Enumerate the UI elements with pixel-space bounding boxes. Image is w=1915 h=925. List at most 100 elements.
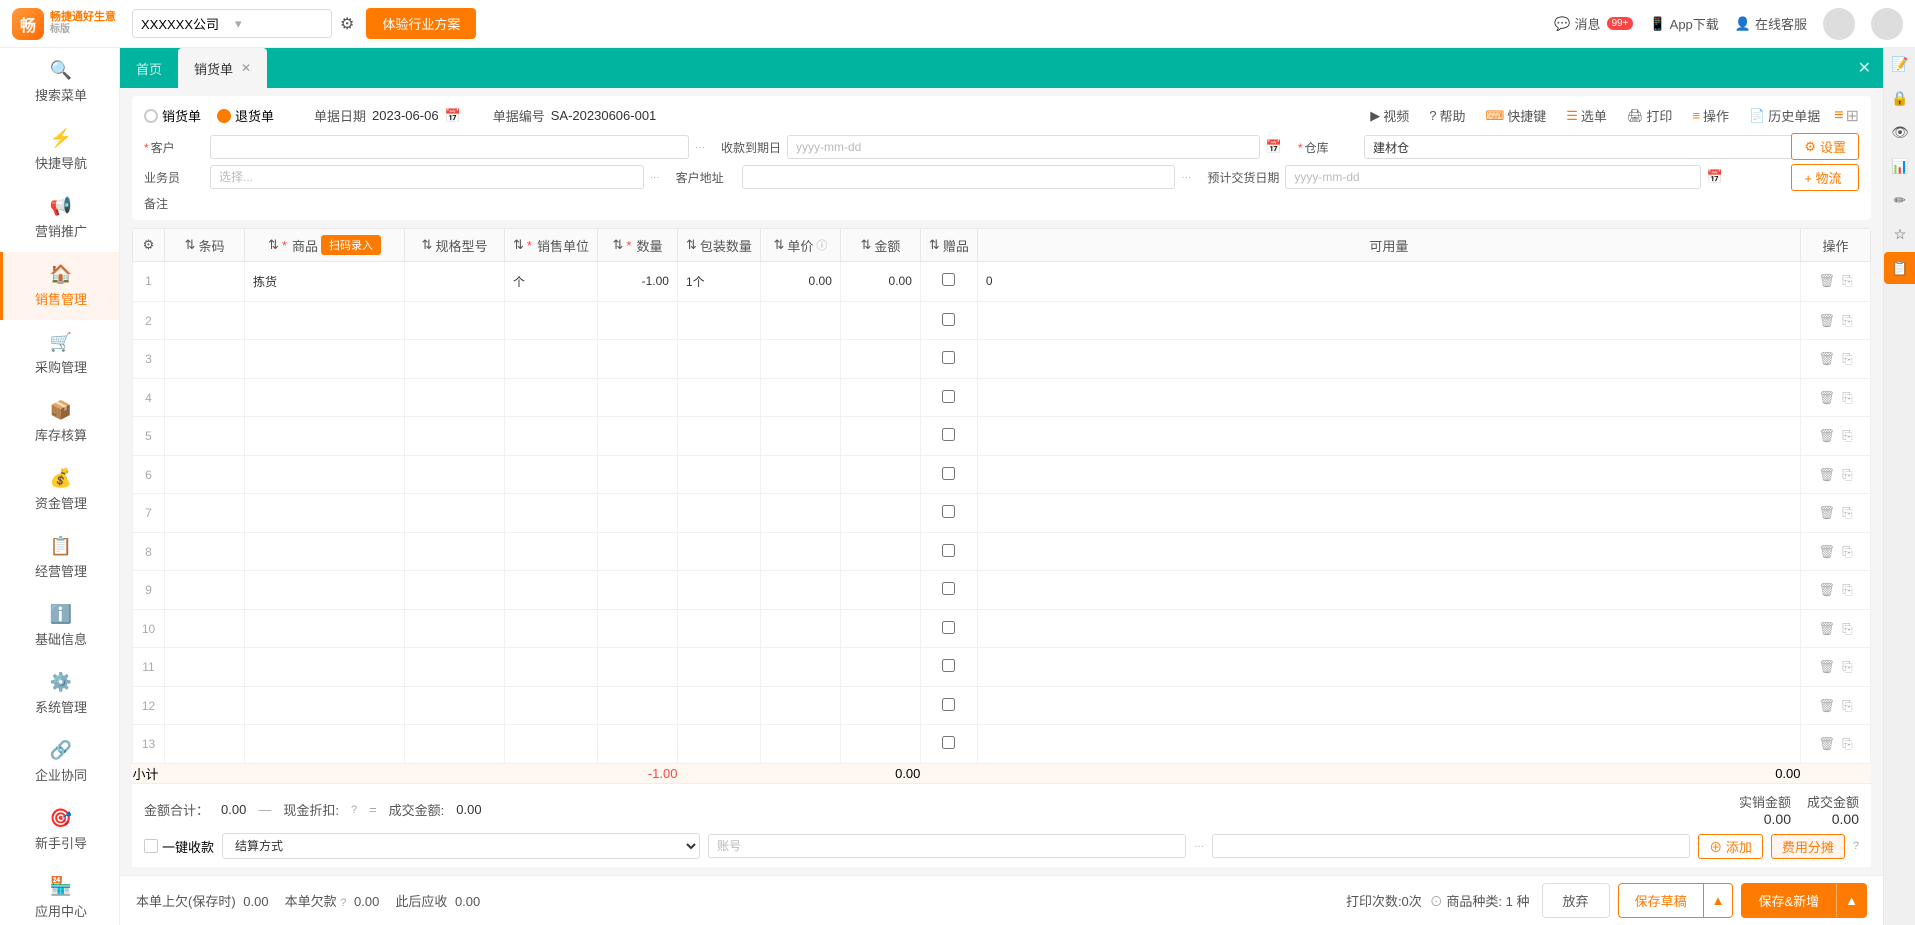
cell-qty[interactable] [597, 378, 677, 417]
sidebar-item-marketing[interactable]: 📢 营销推广 [0, 184, 119, 252]
cell-amount[interactable] [840, 378, 920, 417]
cell-barcode[interactable] [165, 262, 245, 302]
copy-icon[interactable]: ⎘ [1842, 505, 1852, 520]
cell-pkg[interactable] [677, 340, 760, 379]
cell-amount[interactable] [840, 532, 920, 571]
cell-price[interactable] [760, 571, 840, 610]
cell-unit[interactable] [505, 725, 598, 764]
fee-btn[interactable]: 费用分摊 [1771, 834, 1845, 859]
cell-qty[interactable] [597, 609, 677, 648]
copy-icon[interactable]: ⎘ [1842, 467, 1852, 482]
cell-unit[interactable] [505, 494, 598, 533]
copy-icon[interactable]: ⎘ [1842, 273, 1852, 288]
cell-pkg[interactable] [677, 455, 760, 494]
cell-gift[interactable] [920, 301, 977, 340]
cell-price[interactable] [760, 648, 840, 687]
sidebar-item-basic[interactable]: ℹ️ 基础信息 [0, 592, 119, 660]
salesperson-dots[interactable]: ··· [650, 172, 660, 183]
copy-icon[interactable]: ⎘ [1842, 621, 1852, 636]
cell-product[interactable] [245, 571, 405, 610]
cell-barcode[interactable] [165, 494, 245, 533]
sidebar-item-system[interactable]: ⚙️ 系统管理 [0, 660, 119, 728]
delete-icon[interactable]: 🗑 [1818, 544, 1835, 559]
radio-sale[interactable]: 销货单 [144, 106, 201, 125]
cell-amount[interactable]: 0.00 [840, 262, 920, 302]
sidebar-item-appstore[interactable]: 🏪 应用中心 [0, 864, 119, 925]
cell-amount[interactable] [840, 340, 920, 379]
cell-barcode[interactable] [165, 609, 245, 648]
cell-gift[interactable] [920, 571, 977, 610]
cell-spec[interactable] [405, 455, 505, 494]
video-btn[interactable]: ▶ 视频 [1364, 104, 1415, 127]
float-btn-1[interactable]: 📝 [1884, 48, 1915, 80]
cell-gift[interactable] [920, 378, 977, 417]
copy-icon[interactable]: ⎘ [1842, 659, 1852, 674]
customer-address-input[interactable] [742, 165, 1176, 189]
amount-input[interactable] [1212, 834, 1690, 858]
cell-amount[interactable] [840, 648, 920, 687]
tab-home[interactable]: 首页 [120, 48, 178, 88]
fee-help-icon[interactable]: ? [1853, 840, 1859, 852]
gift-checkbox[interactable] [942, 505, 955, 518]
gift-checkbox[interactable] [942, 698, 955, 711]
gift-checkbox[interactable] [942, 621, 955, 634]
delete-icon[interactable]: 🗑 [1818, 659, 1835, 674]
cell-price[interactable] [760, 417, 840, 456]
cell-gift[interactable] [920, 417, 977, 456]
cell-spec[interactable] [405, 648, 505, 687]
delete-icon[interactable]: 🗑 [1818, 736, 1835, 751]
cell-amount[interactable] [840, 571, 920, 610]
cell-product[interactable] [245, 686, 405, 725]
gift-checkbox[interactable] [942, 351, 955, 364]
cell-amount[interactable] [840, 686, 920, 725]
trial-btn[interactable]: 体验行业方案 [366, 8, 476, 39]
cell-pkg[interactable] [677, 378, 760, 417]
delete-icon[interactable]: 🗑 [1818, 428, 1835, 443]
cell-product[interactable]: 拣货 [245, 262, 405, 302]
cell-amount[interactable] [840, 455, 920, 494]
calendar-icon[interactable]: 📅 [445, 108, 461, 124]
cell-price[interactable] [760, 494, 840, 533]
sidebar-item-guide[interactable]: 🎯 新手引导 [0, 796, 119, 864]
cell-barcode[interactable] [165, 301, 245, 340]
cell-qty[interactable] [597, 571, 677, 610]
cell-qty[interactable] [597, 532, 677, 571]
radio-return[interactable]: 退货单 [217, 106, 274, 125]
cell-barcode[interactable] [165, 686, 245, 725]
cell-spec[interactable] [405, 686, 505, 725]
gift-checkbox[interactable] [942, 313, 955, 326]
settings-icon[interactable]: ⚙ [340, 14, 354, 34]
cell-spec[interactable] [405, 378, 505, 417]
account-dots[interactable]: ··· [1194, 841, 1204, 852]
cell-pkg[interactable]: 1个 [677, 262, 760, 302]
cell-barcode[interactable] [165, 340, 245, 379]
delete-icon[interactable]: 🗑 [1818, 505, 1835, 520]
cell-barcode[interactable] [165, 648, 245, 687]
cell-amount[interactable] [840, 725, 920, 764]
float-btn-7[interactable]: 📋 [1884, 252, 1915, 284]
cell-amount[interactable] [840, 494, 920, 533]
cell-gift[interactable] [920, 494, 977, 533]
cell-gift[interactable] [920, 648, 977, 687]
gift-checkbox[interactable] [942, 390, 955, 403]
cell-qty[interactable] [597, 455, 677, 494]
cell-product[interactable] [245, 725, 405, 764]
tab-sales-order[interactable]: 销货单 ✕ [178, 48, 267, 88]
list-view-icon[interactable]: ≡ [1834, 107, 1843, 125]
avatar[interactable] [1823, 8, 1855, 40]
message-item[interactable]: 💬 消息 99+ [1554, 14, 1633, 33]
cell-spec[interactable] [405, 532, 505, 571]
history-btn[interactable]: 📄 历史单据 [1743, 104, 1826, 127]
cell-barcode[interactable] [165, 378, 245, 417]
this-order-debt-help[interactable]: ? [340, 897, 346, 909]
cell-qty[interactable]: -1.00 [597, 262, 677, 302]
discount-help-icon[interactable]: ? [351, 804, 357, 816]
save-draft-btn[interactable]: 保存草稿 [1618, 883, 1704, 918]
company-selector[interactable]: XXXXXX公司 ▾ [132, 9, 332, 38]
cell-price[interactable] [760, 455, 840, 494]
print-btn[interactable]: 🖨 打印 [1621, 104, 1679, 127]
sidebar-item-operation[interactable]: 📋 经营管理 [0, 524, 119, 592]
cell-qty[interactable] [597, 725, 677, 764]
cell-product[interactable] [245, 648, 405, 687]
delete-icon[interactable]: 🗑 [1818, 390, 1835, 405]
